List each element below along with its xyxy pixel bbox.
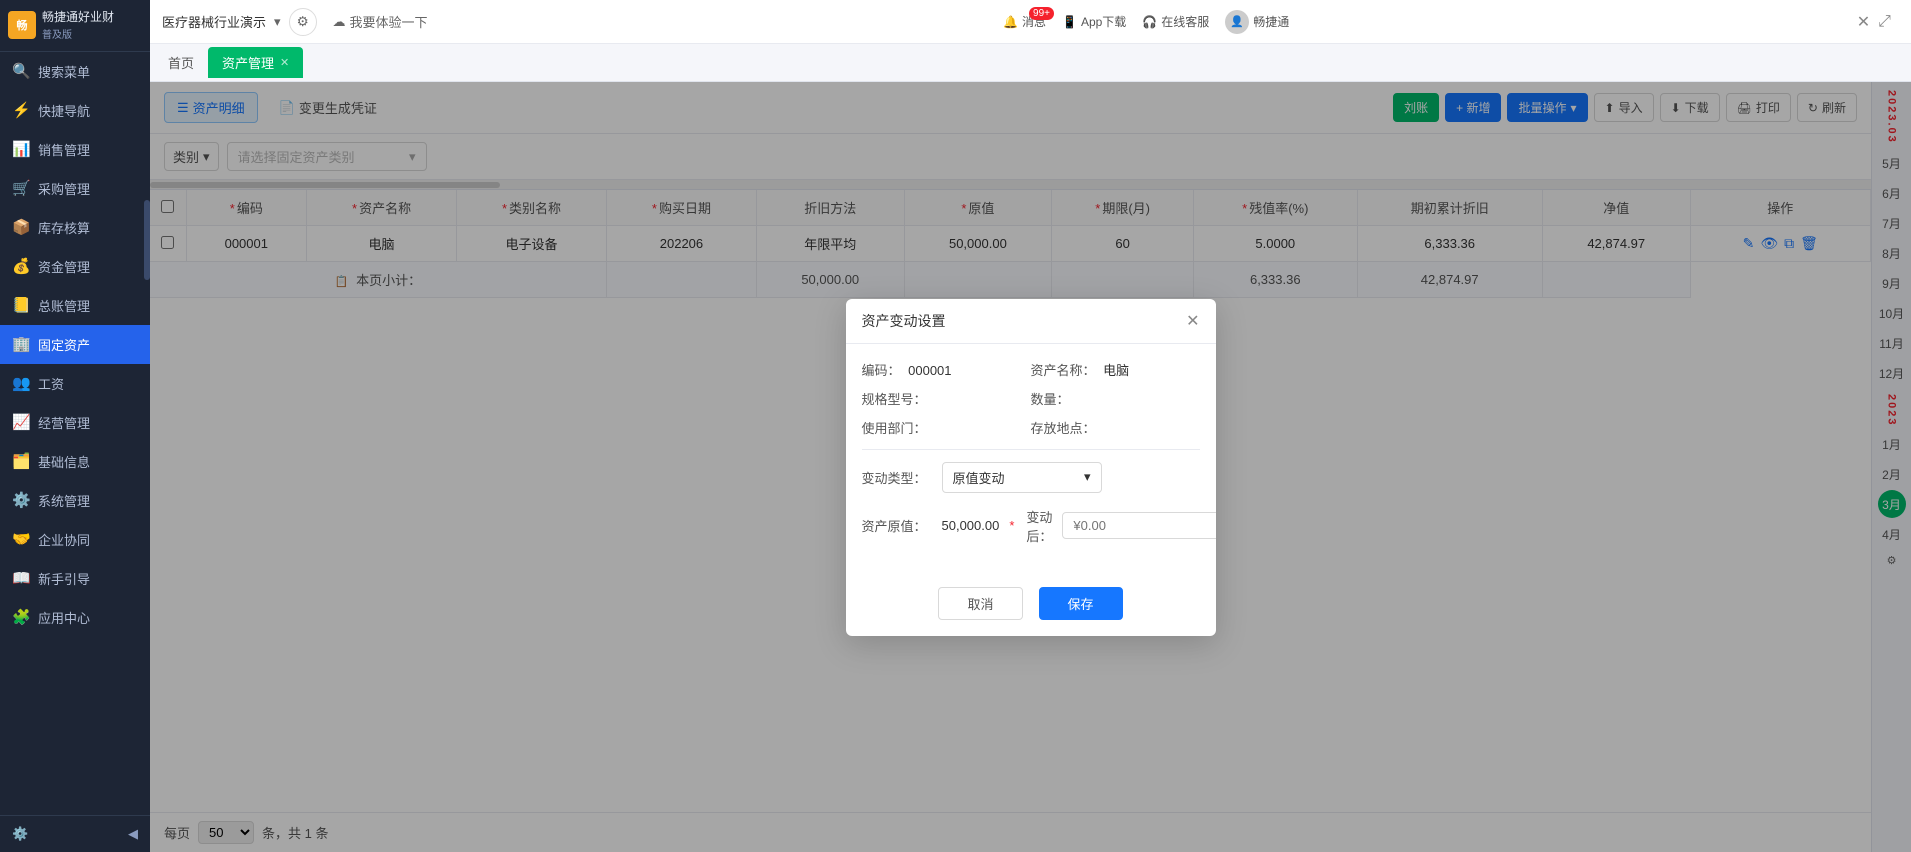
asset-value-label: 资产原值： [862,516,942,535]
topbar: 医疗器械行业演示 ▾ ⚙ ☁ 我要体验一下 🔔 消息 99+ 📱 App下载 🎧… [150,0,1911,44]
modal-location-field: 存放地点： [1031,418,1200,437]
cancel-button[interactable]: 取消 [938,587,1022,620]
window-controls: ✕ ⤢ [1857,12,1899,32]
sidebar-footer: ⚙️ ◀ [0,815,150,852]
sidebar-item-inventory[interactable]: 📦 库存核算 [0,208,150,247]
window-close-btn[interactable]: ✕ [1857,12,1870,32]
user-btn[interactable]: 👤 畅捷通 [1225,10,1289,34]
purchase-icon: 🛒 [12,179,30,197]
after-change-input[interactable] [1062,512,1215,539]
modal-asset-value-row: 资产原值： 50,000.00 * 变动后： [862,507,1200,545]
change-type-value: 原值变动 ▾ [942,462,1200,493]
sidebar-item-system[interactable]: ⚙️ 系统管理 [0,481,150,520]
chevron-down-icon: ▾ [1084,469,1091,485]
online-service-btn[interactable]: 🎧 在线客服 [1142,13,1209,30]
sidebar-item-appstore[interactable]: 🧩 应用中心 [0,598,150,637]
sidebar-item-search[interactable]: 🔍 搜索菜单 [0,52,150,91]
guide-icon: 📖 [12,569,30,587]
modal-info-row-3: 使用部门： 存放地点： [862,418,1200,437]
modal-overlay: 资产变动设置 ✕ 编码： 000001 资产名称： 电脑 [150,82,1911,852]
tabbar: 首页 资产管理 ✕ [150,44,1911,82]
sidebar-item-base-info[interactable]: 🗂️ 基础信息 [0,442,150,481]
modal-info-row-1: 编码： 000001 资产名称： 电脑 [862,360,1200,379]
base-info-icon: 🗂️ [12,452,30,470]
headset-icon: 🎧 [1142,15,1157,29]
modal-code-field: 编码： 000001 [862,360,1031,379]
sidebar: 畅 畅捷通好业财 普及版 🔍 搜索菜单 ⚡ 快捷导航 📊 销售管理 🛒 采购管理… [0,0,150,852]
asset-value-fields: 50,000.00 * 变动后： [942,507,1216,545]
bell-icon: 🔔 [1003,15,1018,29]
sidebar-item-finance[interactable]: 💰 资金管理 [0,247,150,286]
company-name: 医疗器械行业演示 [162,12,266,31]
mobile-icon: 📱 [1062,15,1077,29]
experience-btn[interactable]: ☁ 我要体验一下 [325,8,436,35]
tab-close-icon[interactable]: ✕ [280,56,289,69]
modal-asset-name-field: 资产名称： 电脑 [1031,360,1200,379]
asset-value: 50,000.00 [942,518,1000,533]
settings-icon[interactable]: ⚙️ [12,826,28,842]
modal-divider [862,449,1200,450]
sidebar-header: 畅 畅捷通好业财 普及版 [0,0,150,52]
save-button[interactable]: 保存 [1039,587,1123,620]
sidebar-item-operations[interactable]: 📈 经营管理 [0,403,150,442]
gear-icon: ⚙ [297,14,309,30]
app-download-btn[interactable]: 📱 App下载 [1062,13,1126,30]
brand-name: 畅捷通好业财 [42,10,114,26]
company-dropdown-btn[interactable]: ▾ [274,14,281,30]
modal-spec-field: 规格型号： [862,389,1031,408]
settings-button[interactable]: ⚙ [289,8,317,36]
change-type-label: 变动类型： [862,468,942,487]
sidebar-item-quicknav[interactable]: ⚡ 快捷导航 [0,91,150,130]
sidebar-nav: 🔍 搜索菜单 ⚡ 快捷导航 📊 销售管理 🛒 采购管理 📦 库存核算 💰 资金管… [0,52,150,815]
modal-quantity-field: 数量： [1031,389,1200,408]
tab-home[interactable]: 首页 [158,47,204,78]
sidebar-item-ledger[interactable]: 📒 总账管理 [0,286,150,325]
search-icon: 🔍 [12,62,30,80]
window-maximize-btn[interactable]: ⤢ [1878,13,1891,31]
collab-icon: 🤝 [12,530,30,548]
sidebar-item-purchase[interactable]: 🛒 采购管理 [0,169,150,208]
messages-btn[interactable]: 🔔 消息 99+ [1003,13,1046,30]
main-area: 医疗器械行业演示 ▾ ⚙ ☁ 我要体验一下 🔔 消息 99+ 📱 App下载 🎧… [150,0,1911,852]
modal-title: 资产变动设置 [862,311,946,331]
sidebar-item-salary[interactable]: 👥 工资 [0,364,150,403]
brand-edition: 普及版 [42,26,114,41]
inventory-icon: 📦 [12,218,30,236]
modal-body: 编码： 000001 资产名称： 电脑 规格型号： [846,344,1216,575]
quicknav-icon: ⚡ [12,101,30,119]
operations-icon: 📈 [12,413,30,431]
app-logo: 畅 [8,11,36,39]
fixed-assets-icon: 🏢 [12,335,30,353]
modal-header: 资产变动设置 ✕ [846,299,1216,344]
modal-close-btn[interactable]: ✕ [1186,311,1199,331]
collapse-icon[interactable]: ◀ [128,826,138,842]
sidebar-item-guide[interactable]: 📖 新手引导 [0,559,150,598]
ledger-icon: 📒 [12,296,30,314]
chevron-down-icon: ▾ [274,14,281,30]
appstore-icon: 🧩 [12,608,30,626]
sales-icon: 📊 [12,140,30,158]
sidebar-item-fixed-assets[interactable]: 🏢 固定资产 [0,325,150,364]
sidebar-item-collab[interactable]: 🤝 企业协同 [0,520,150,559]
change-type-select[interactable]: 原值变动 ▾ [942,462,1102,493]
sidebar-item-sales[interactable]: 📊 销售管理 [0,130,150,169]
messages-badge: 99+ [1029,7,1054,20]
system-icon: ⚙️ [12,491,30,509]
salary-icon: 👥 [12,374,30,392]
cloud-icon: ☁ [333,14,346,30]
modal-info-row-2: 规格型号： 数量： [862,389,1200,408]
modal-footer: 取消 保存 [846,575,1216,636]
modal-change-type-row: 变动类型： 原值变动 ▾ [862,462,1200,493]
modal-dept-field: 使用部门： [862,418,1031,437]
tab-asset-mgmt[interactable]: 资产管理 ✕ [208,47,303,78]
content-area: ☰ 资产明细 📄 变更生成凭证 刘账 + 新增 批量操作 ▾ [150,82,1911,852]
asset-change-modal: 资产变动设置 ✕ 编码： 000001 资产名称： 电脑 [846,299,1216,636]
topbar-right: 🔔 消息 99+ 📱 App下载 🎧 在线客服 👤 畅捷通 [1003,10,1289,34]
avatar-icon: 👤 [1225,10,1249,34]
finance-icon: 💰 [12,257,30,275]
required-star: * [1009,518,1014,533]
